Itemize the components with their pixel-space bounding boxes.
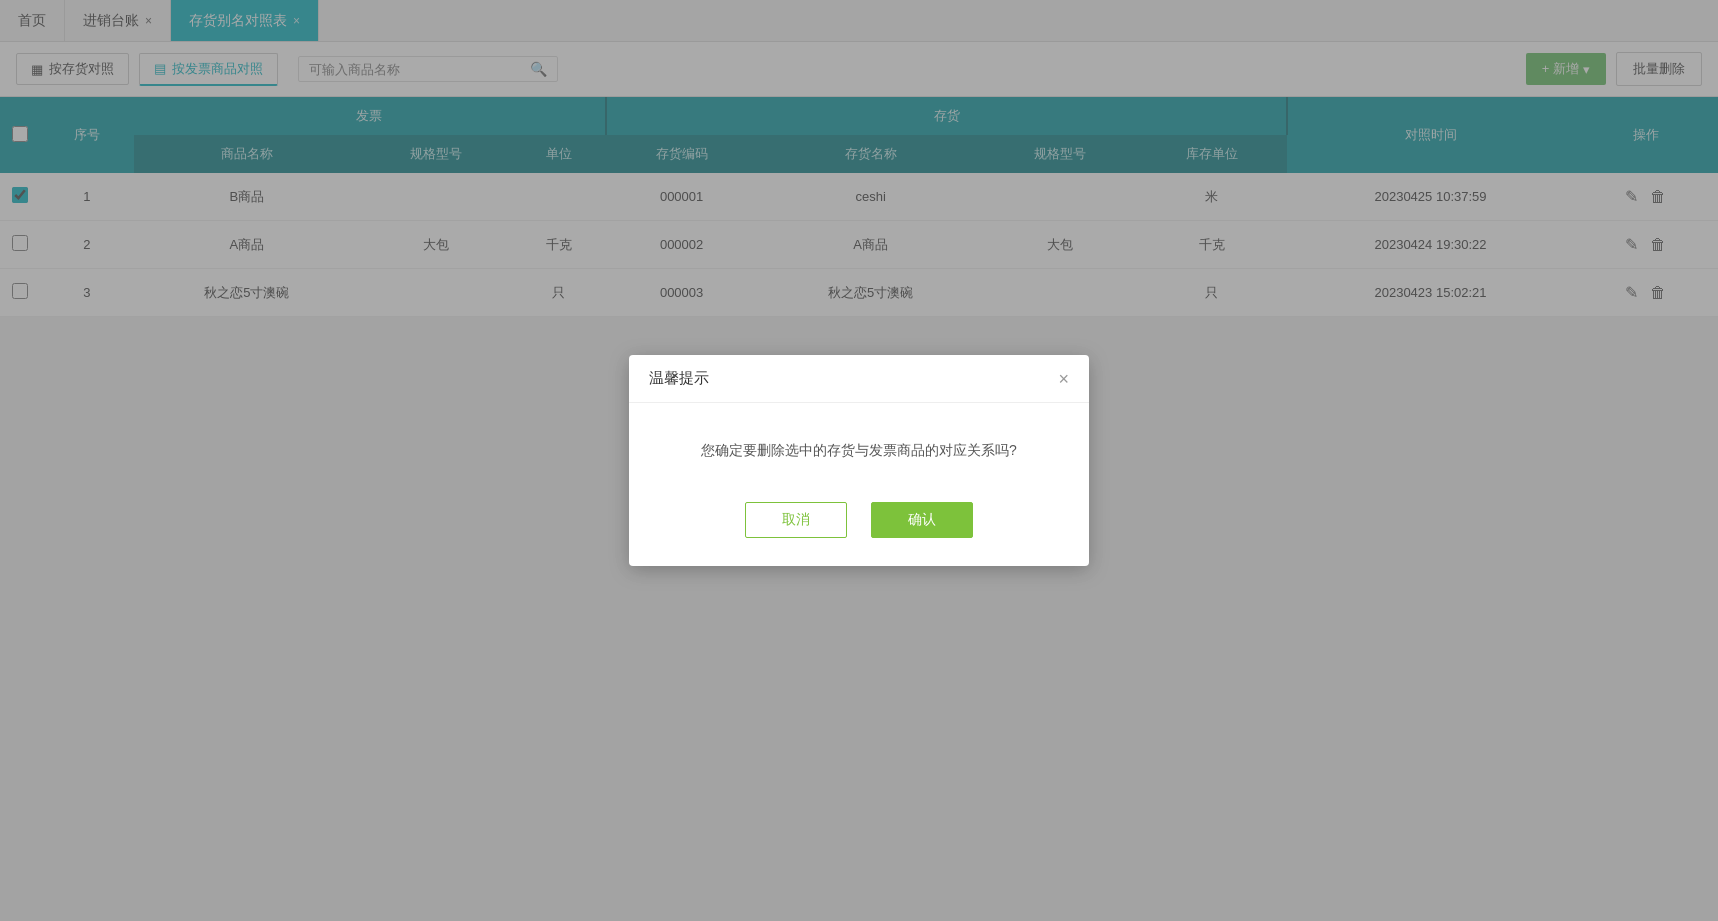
modal-overlay: 温馨提示 × 您确定要删除选中的存货与发票商品的对应关系吗? 取消 确认 [0, 0, 1718, 317]
